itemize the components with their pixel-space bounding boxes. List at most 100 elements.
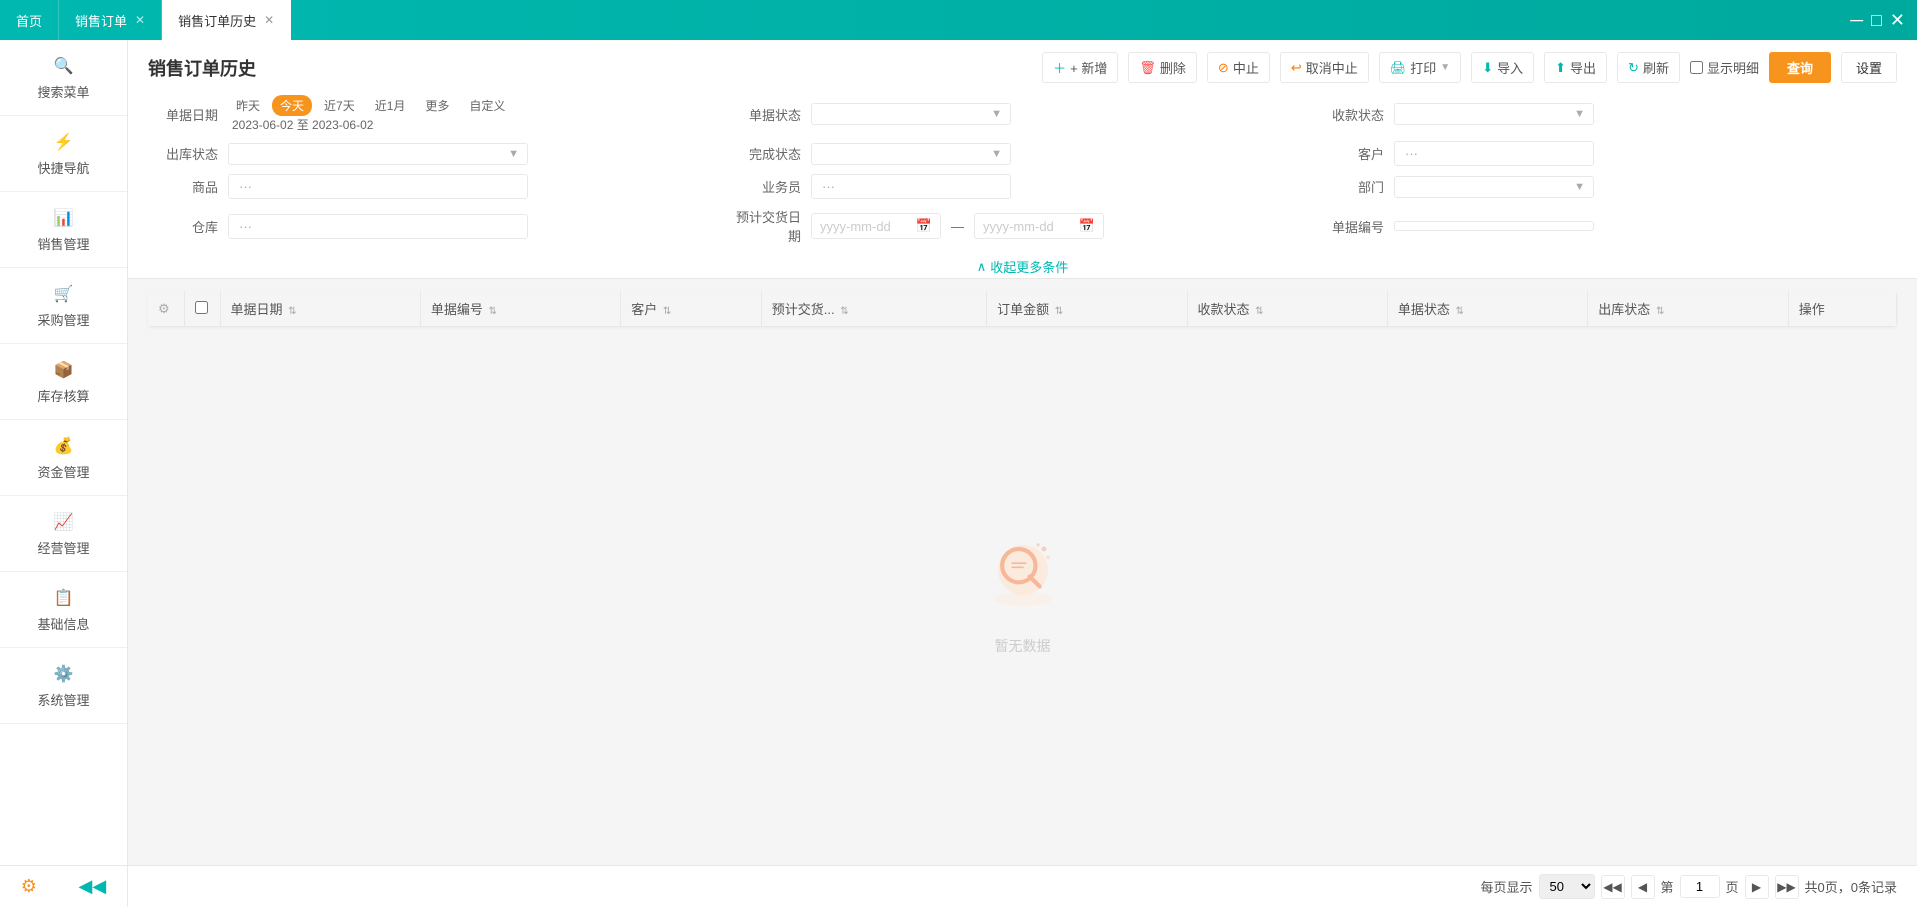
warehouse-input[interactable]: ··· <box>228 214 528 239</box>
th-amount[interactable]: 订单金额 ⇅ <box>987 291 1187 327</box>
dept-select[interactable]: ▼ <box>1394 176 1594 198</box>
tab-home[interactable]: 首页 <box>0 0 59 40</box>
bill-number-input[interactable] <box>1394 221 1594 231</box>
delivery-date-end-value: yyyy-mm-dd <box>983 219 1054 234</box>
sidebar-item-basic-info-label: 基础信息 <box>37 614 89 633</box>
th-number[interactable]: 单据编号 ⇅ <box>420 291 620 327</box>
sidebar-item-quick-nav[interactable]: ⚡ 快捷导航 <box>0 116 127 192</box>
tab-sales-order[interactable]: 销售订单 ✕ <box>59 0 162 40</box>
first-page-button[interactable]: ◀◀ <box>1601 875 1625 899</box>
refresh-button[interactable]: ↻ 刷新 <box>1617 52 1680 83</box>
window-controls: ─ □ ✕ <box>1850 10 1917 31</box>
sort-number-icon: ⇅ <box>489 306 497 317</box>
settings-icon: ⚙ <box>158 301 170 316</box>
date-tab-7days[interactable]: 近7天 <box>316 95 363 116</box>
tab-sales-order-history[interactable]: 销售订单历史 ✕ <box>162 0 291 40</box>
tab-home-label: 首页 <box>16 11 42 30</box>
th-number-label: 单据编号 <box>431 302 483 317</box>
prev-page-button[interactable]: ◀ <box>1631 875 1655 899</box>
sidebar-item-inventory-mgmt[interactable]: 📦 库存核算 <box>0 344 127 420</box>
sort-amount-icon: ⇅ <box>1055 306 1063 317</box>
page-title: 销售订单历史 <box>148 55 256 81</box>
th-out-status[interactable]: 出库状态 ⇅ <box>1588 291 1788 327</box>
sidebar-settings-icon[interactable]: ⚙ <box>21 876 37 897</box>
delivery-date-start-input[interactable]: yyyy-mm-dd 📅 <box>811 213 941 239</box>
bill-status-label: 单据状态 <box>731 105 811 124</box>
th-date[interactable]: 单据日期 ⇅ <box>220 291 420 327</box>
bill-status-select[interactable]: ▼ <box>811 103 1011 125</box>
cancel-stop-icon: ↩ <box>1291 60 1302 76</box>
dept-label: 部门 <box>1314 177 1394 196</box>
import-icon: ⬇ <box>1482 60 1493 76</box>
export-icon: ⬆ <box>1555 60 1566 76</box>
filter-col-salesperson: 业务员 ··· <box>731 174 1314 199</box>
tab-sales-order-history-close[interactable]: ✕ <box>264 13 274 27</box>
date-tab-today[interactable]: 今天 <box>272 95 312 116</box>
stop-label: 中止 <box>1233 58 1259 77</box>
import-button[interactable]: ⬇ 导入 <box>1471 52 1534 83</box>
receipt-status-select[interactable]: ▼ <box>1394 103 1594 125</box>
sidebar-item-sales-mgmt-label: 销售管理 <box>37 234 89 253</box>
display-checkbox[interactable] <box>1690 61 1703 74</box>
empty-state: 暂无数据 <box>148 327 1897 853</box>
minimize-icon[interactable]: ─ <box>1850 10 1863 31</box>
date-dash: — <box>945 219 970 234</box>
next-page-button[interactable]: ▶ <box>1745 875 1769 899</box>
th-amount-label: 订单金额 <box>997 302 1049 317</box>
delivery-date-end-input[interactable]: yyyy-mm-dd 📅 <box>974 213 1104 239</box>
th-delivery[interactable]: 预计交货... ⇅ <box>761 291 986 327</box>
customer-input[interactable]: ··· <box>1394 141 1594 166</box>
sidebar-item-sys-mgmt[interactable]: ⚙️ 系统管理 <box>0 648 127 724</box>
sidebar-item-sales-mgmt[interactable]: 📊 销售管理 <box>0 192 127 268</box>
filter-col-bill-status: 单据状态 ▼ <box>731 103 1314 125</box>
sidebar-item-ops-mgmt[interactable]: 📈 经营管理 <box>0 496 127 572</box>
maximize-icon[interactable]: □ <box>1871 10 1882 31</box>
new-label: + 新增 <box>1070 58 1107 77</box>
salesperson-input[interactable]: ··· <box>811 174 1011 199</box>
delete-button[interactable]: 🗑 删除 <box>1128 52 1197 83</box>
date-tab-yesterday[interactable]: 昨天 <box>228 95 268 116</box>
date-tab-1month[interactable]: 近1月 <box>367 95 414 116</box>
filter-row-3: 商品 ··· 业务员 ··· 部门 ▼ <box>148 174 1897 199</box>
close-icon[interactable]: ✕ <box>1890 10 1905 31</box>
select-all-checkbox[interactable] <box>195 301 208 314</box>
sidebar-item-basic-info[interactable]: 📋 基础信息 <box>0 572 127 648</box>
page-title-row: 销售订单历史 ＋ + 新增 🗑 删除 ⊘ 中止 ↩ <box>148 52 1897 83</box>
stop-button[interactable]: ⊘ 中止 <box>1207 52 1270 83</box>
th-bill-status-label: 单据状态 <box>1398 302 1450 317</box>
th-bill-status[interactable]: 单据状态 ⇅ <box>1387 291 1587 327</box>
th-checkbox[interactable] <box>184 291 220 327</box>
th-settings[interactable]: ⚙ <box>148 291 184 327</box>
complete-status-select[interactable]: ▼ <box>811 143 1011 165</box>
tab-sales-order-close[interactable]: ✕ <box>135 13 145 27</box>
new-button[interactable]: ＋ + 新增 <box>1042 52 1118 83</box>
query-button[interactable]: 查询 <box>1769 52 1831 83</box>
date-tab-custom[interactable]: 自定义 <box>461 95 513 116</box>
settings-button[interactable]: 设置 <box>1841 52 1897 83</box>
sidebar-item-purchase-mgmt[interactable]: 🛒 采购管理 <box>0 268 127 344</box>
export-button[interactable]: ⬆ 导出 <box>1544 52 1607 83</box>
out-status-select[interactable]: ▼ <box>228 143 528 165</box>
sidebar-item-search-menu[interactable]: 🔍 搜索菜单 <box>0 40 127 116</box>
th-receipt-status[interactable]: 收款状态 ⇅ <box>1187 291 1387 327</box>
sidebar-item-finance-mgmt[interactable]: 💰 资金管理 <box>0 420 127 496</box>
page-number-input[interactable] <box>1680 875 1720 898</box>
date-tab-more[interactable]: 更多 <box>417 95 457 116</box>
sort-date-icon: ⇅ <box>288 306 296 317</box>
per-page-select[interactable]: 50 10 20 100 <box>1539 874 1595 899</box>
th-customer[interactable]: 客户 ⇅ <box>621 291 762 327</box>
last-page-button[interactable]: ▶▶ <box>1775 875 1799 899</box>
export-label: 导出 <box>1570 58 1596 77</box>
cancel-stop-button[interactable]: ↩ 取消中止 <box>1280 52 1369 83</box>
goods-label: 商品 <box>148 177 228 196</box>
print-chevron-icon: ▼ <box>1440 62 1450 73</box>
collapse-row[interactable]: ∧ 收起更多条件 <box>148 253 1897 278</box>
content-area: 销售订单历史 ＋ + 新增 🗑 删除 ⊘ 中止 ↩ <box>128 40 1917 907</box>
goods-input[interactable]: ··· <box>228 174 528 199</box>
th-operation: 操作 <box>1788 291 1896 327</box>
sidebar-item-search-menu-label: 搜索菜单 <box>37 82 89 101</box>
display-toggle[interactable]: 显示明细 <box>1690 58 1759 77</box>
print-button[interactable]: 🖨 打印 ▼ <box>1379 52 1461 83</box>
bill-number-label: 单据编号 <box>1314 217 1394 236</box>
sidebar-collapse-icon[interactable]: ◀◀ <box>79 876 107 897</box>
